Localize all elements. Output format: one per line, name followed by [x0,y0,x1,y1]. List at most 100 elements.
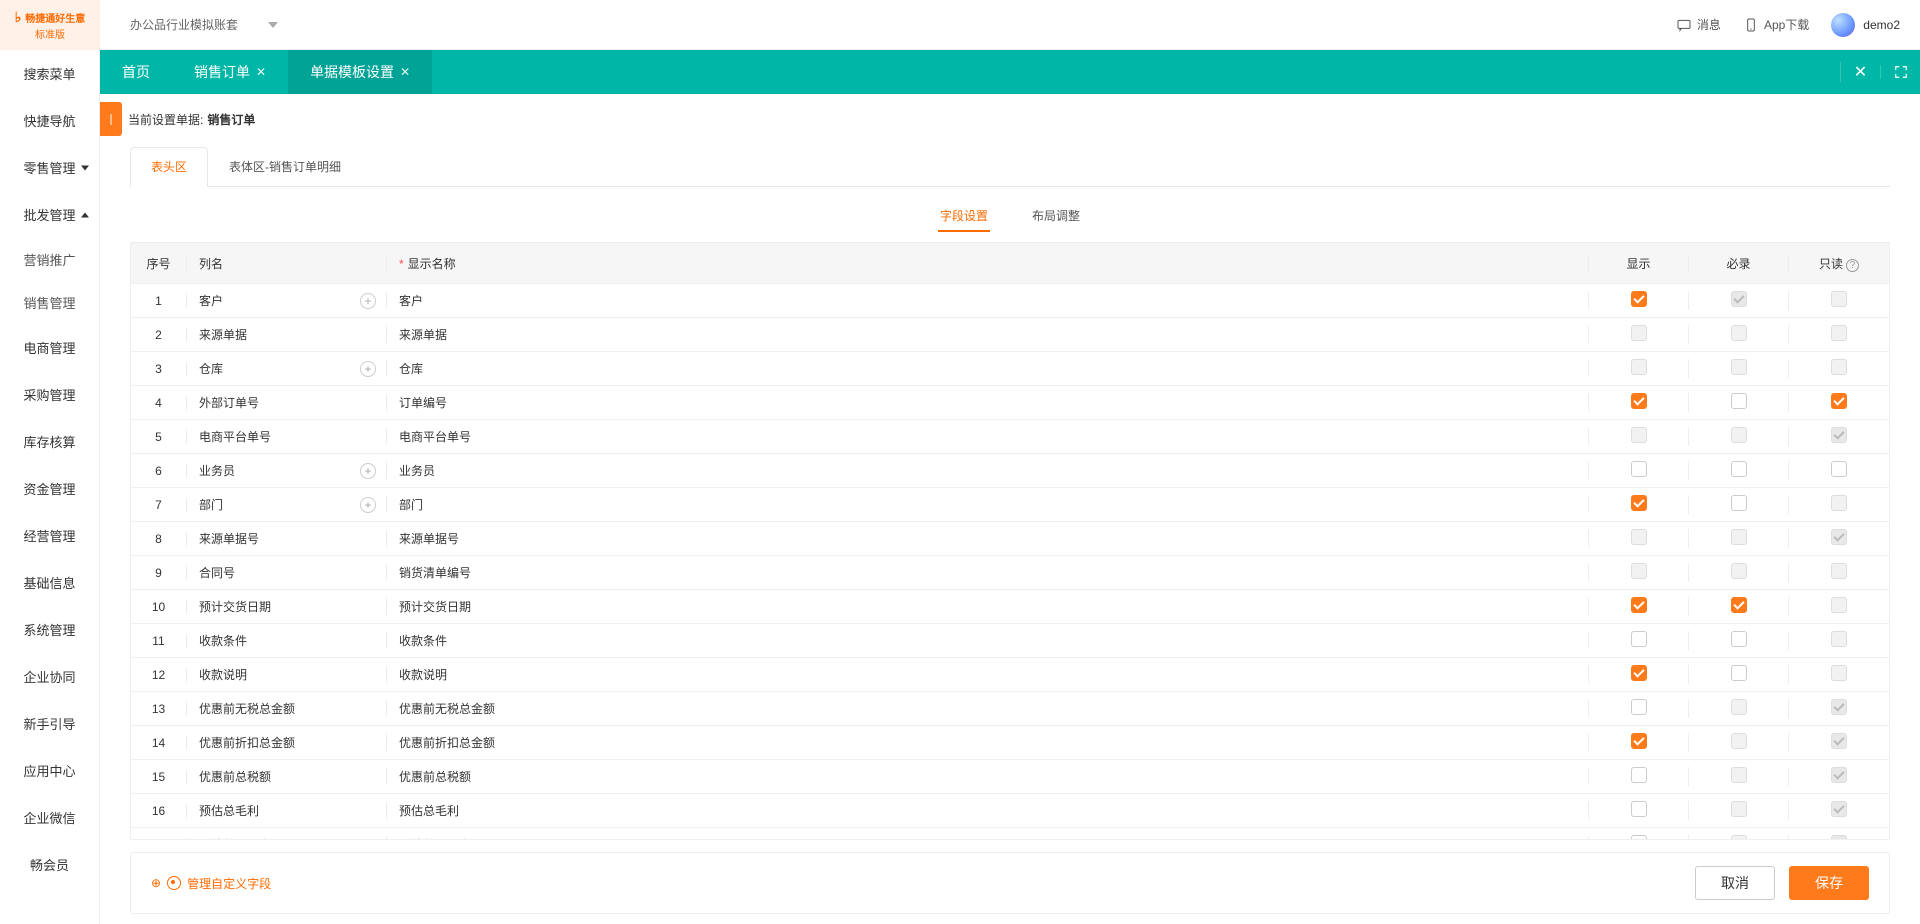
checkbox[interactable] [1631,393,1647,409]
sidebar-item[interactable]: 经营管理 [0,512,99,559]
cell-required [1689,563,1789,582]
avatar [1831,13,1855,37]
cell-display-name[interactable]: 来源单据 [387,326,1589,343]
checkbox[interactable] [1631,665,1647,681]
close-icon[interactable]: ✕ [256,65,266,79]
sidebar-item[interactable]: 畅会员 [0,841,99,888]
checkbox[interactable] [1631,461,1647,477]
add-icon[interactable]: + [360,361,376,377]
cancel-button[interactable]: 取消 [1695,866,1775,900]
add-icon[interactable]: + [360,463,376,479]
sidebar-item[interactable]: 搜索菜单 [0,50,99,97]
cell-index: 7 [131,498,187,512]
sidebar-item[interactable]: 采购管理 [0,371,99,418]
checkbox[interactable] [1631,597,1647,613]
cell-name: 来源单据号 [187,530,387,547]
cell-name: 优惠前总税额 [187,768,387,785]
table-row: 16预估总毛利预估总毛利 [131,793,1889,827]
sidebar-item[interactable]: 批发管理 [0,191,99,238]
checkbox[interactable] [1631,801,1647,817]
cell-display-name[interactable]: 预计交货日期 [387,598,1589,615]
cell-display-name[interactable]: 预估总毛利率 [387,836,1589,839]
add-icon[interactable]: + [360,293,376,309]
sidebar-item[interactable]: 快捷导航 [0,97,99,144]
sidebar-item[interactable]: 电商管理 [0,324,99,371]
checkbox[interactable] [1731,597,1747,613]
region-tab[interactable]: 表头区 [130,147,208,187]
checkbox [1631,529,1647,545]
cell-name: 优惠前无税总金额 [187,700,387,717]
checkbox[interactable] [1731,461,1747,477]
checkbox[interactable] [1831,393,1847,409]
region-tab[interactable]: 表体区-销售订单明细 [208,147,362,187]
cell-display-name[interactable]: 优惠前总税额 [387,768,1589,785]
sidebar-item[interactable]: 企业微信 [0,794,99,841]
cell-display-name[interactable]: 订单编号 [387,394,1589,411]
checkbox[interactable] [1631,631,1647,647]
sub-tab[interactable]: 布局调整 [1030,201,1082,232]
sidebar-item[interactable]: 企业协同 [0,653,99,700]
sub-tab[interactable]: 字段设置 [938,201,990,232]
close-all-tabs-button[interactable]: ✕ [1840,62,1880,82]
sidebar-item[interactable]: 资金管理 [0,465,99,512]
checkbox[interactable] [1731,393,1747,409]
checkbox[interactable] [1631,733,1647,749]
sidebar-item[interactable]: 应用中心 [0,747,99,794]
cell-show [1589,461,1689,480]
checkbox[interactable] [1631,699,1647,715]
main-tab-label: 单据模板设置 [310,62,394,82]
checkbox[interactable] [1631,495,1647,511]
app-download-button[interactable]: App下载 [1743,16,1809,33]
sidebar-item[interactable]: 库存核算 [0,418,99,465]
field-name: 部门 [199,496,223,513]
account-book-select[interactable]: 办公品行业模拟账套 [130,16,278,33]
sidebar-item[interactable]: 基础信息 [0,559,99,606]
cell-readonly [1789,393,1889,412]
collapse-handle[interactable]: 丨 [100,102,122,136]
sidebar-item[interactable]: 零售管理 [0,144,99,191]
sidebar-item[interactable]: 系统管理 [0,606,99,653]
message-button[interactable]: 消息 [1676,16,1721,33]
cell-required [1689,767,1789,786]
cell-display-name[interactable]: 部门 [387,496,1589,513]
cell-display-name[interactable]: 来源单据号 [387,530,1589,547]
cell-show [1589,563,1689,582]
user-menu[interactable]: demo2 [1831,13,1900,37]
cell-display-name[interactable]: 客户 [387,292,1589,309]
main-tab[interactable]: 首页 [100,50,172,94]
cell-display-name[interactable]: 优惠前无税总金额 [387,700,1589,717]
cell-name: 业务员+ [187,462,387,479]
fullscreen-button[interactable] [1880,65,1920,79]
cell-display-name[interactable]: 仓库 [387,360,1589,377]
add-icon[interactable]: + [360,497,376,513]
checkbox[interactable] [1631,291,1647,307]
checkbox [1731,359,1747,375]
checkbox[interactable] [1631,767,1647,783]
manage-custom-fields-link[interactable]: ⊕ 管理自定义字段 [151,875,271,892]
checkbox[interactable] [1831,461,1847,477]
table-row: 4外部订单号订单编号 [131,385,1889,419]
sidebar-item[interactable]: 新手引导 [0,700,99,747]
cell-readonly [1789,801,1889,820]
cell-display-name[interactable]: 预估总毛利 [387,802,1589,819]
cell-display-name[interactable]: 收款说明 [387,666,1589,683]
cell-display-name[interactable]: 销货清单编号 [387,564,1589,581]
save-button[interactable]: 保存 [1789,866,1869,900]
sidebar-sub-item[interactable]: 销售管理 [0,281,99,324]
sidebar-sub-item[interactable]: 营销推广 [0,238,99,281]
checkbox[interactable] [1731,631,1747,647]
checkbox[interactable] [1731,665,1747,681]
cell-readonly [1789,291,1889,310]
cell-display-name[interactable]: 收款条件 [387,632,1589,649]
help-icon[interactable]: ? [1846,259,1859,272]
cell-display-name[interactable]: 电商平台单号 [387,428,1589,445]
cell-display-name[interactable]: 优惠前折扣总金额 [387,734,1589,751]
checkbox[interactable] [1631,835,1647,839]
cell-display-name[interactable]: 业务员 [387,462,1589,479]
checkbox[interactable] [1731,495,1747,511]
close-icon[interactable]: ✕ [400,65,410,79]
cell-readonly [1789,665,1889,684]
top-header: ♭ 畅捷通好生意 标准版 办公品行业模拟账套 消息 App下载 demo2 [0,0,1920,50]
main-tab[interactable]: 销售订单✕ [172,50,288,94]
main-tab[interactable]: 单据模板设置 ✕ [288,50,432,94]
